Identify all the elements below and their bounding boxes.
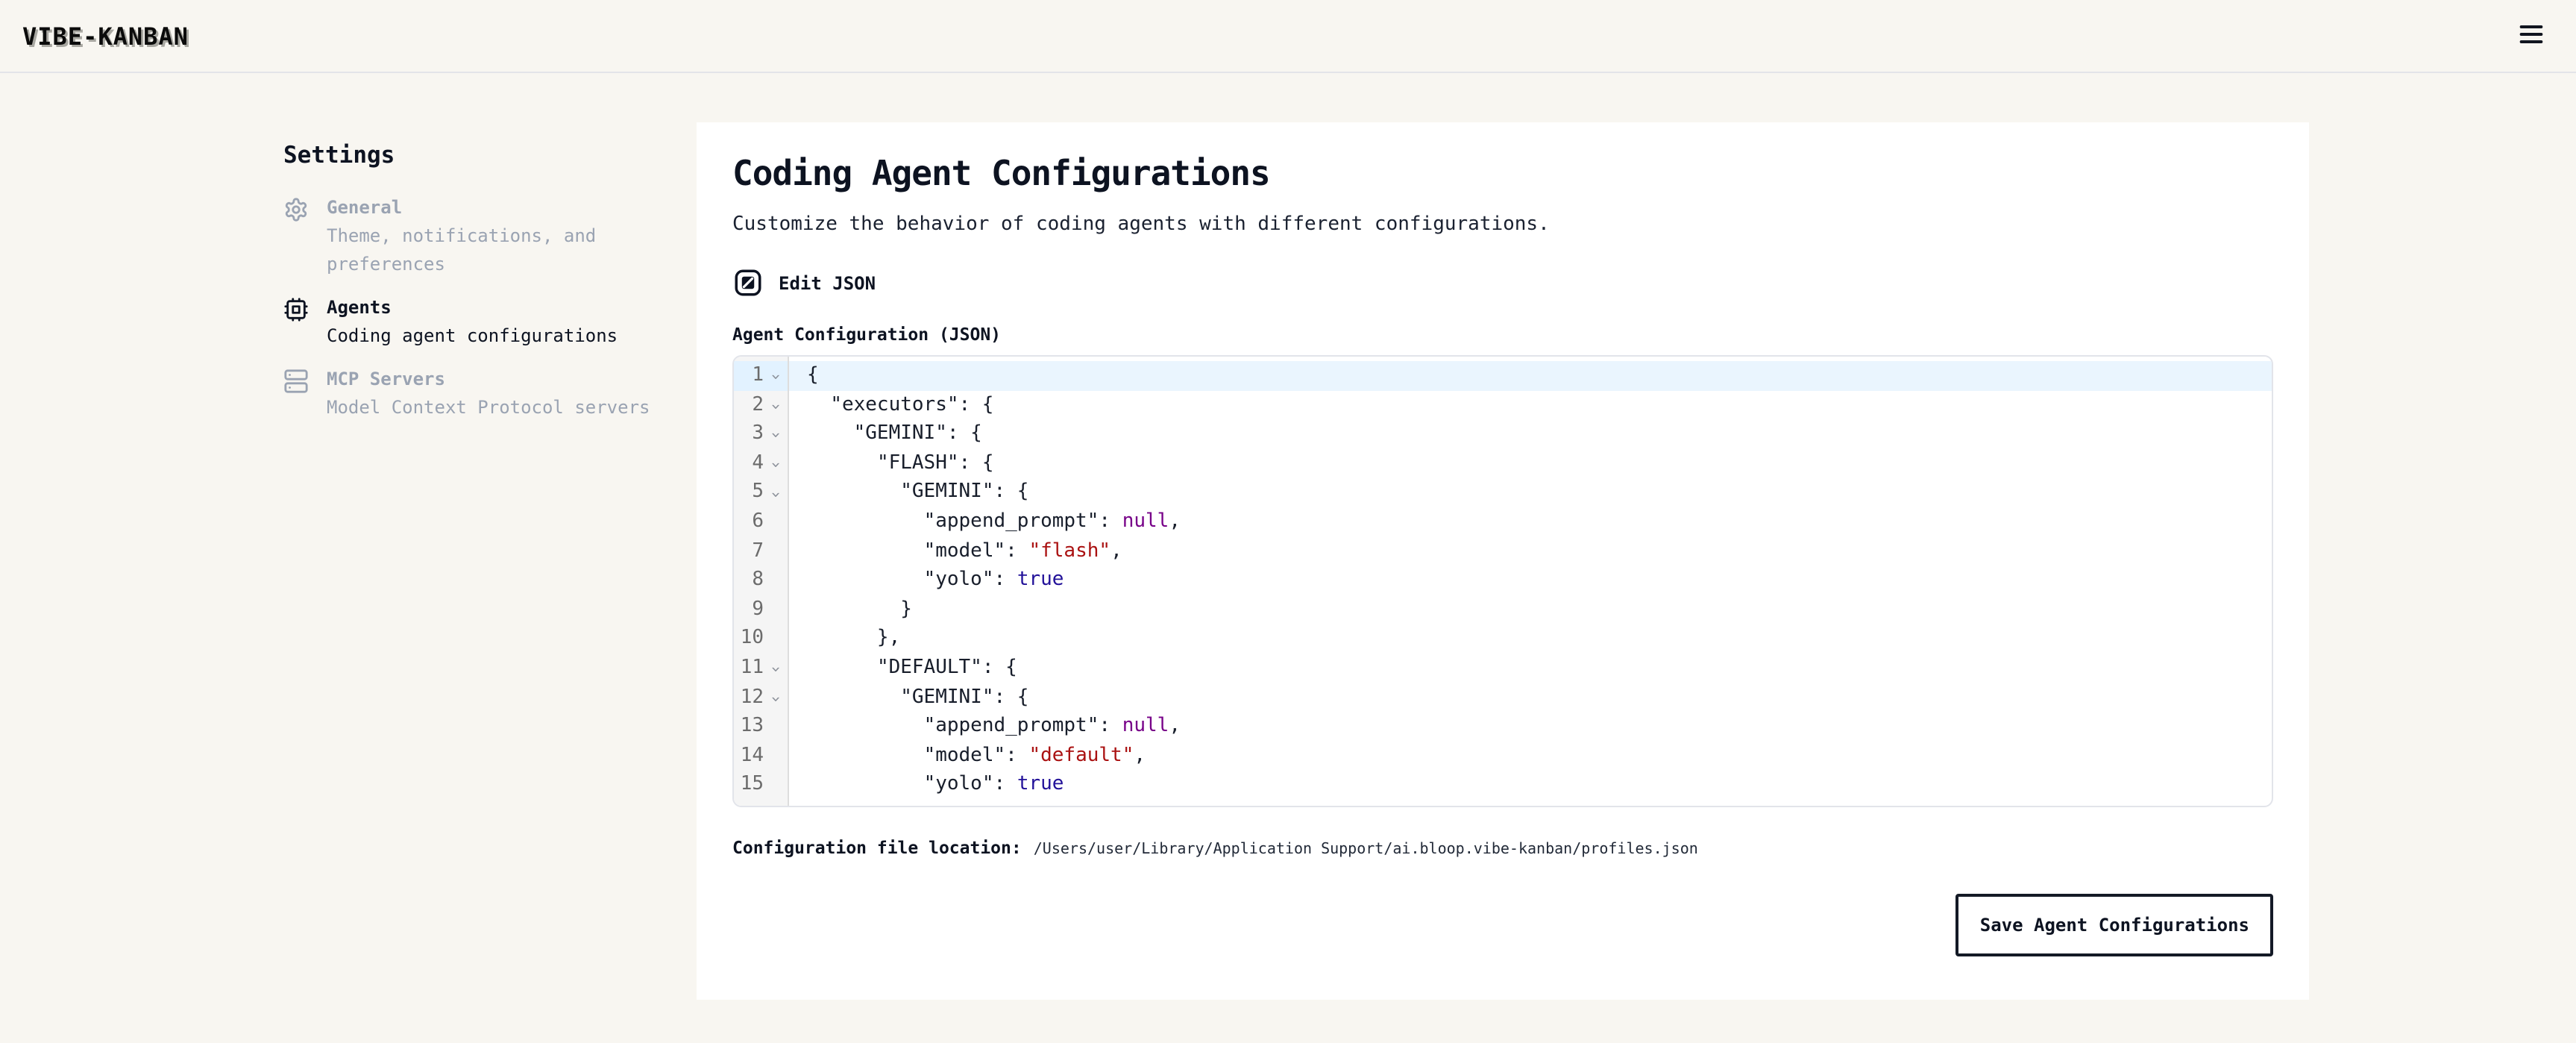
top-header: VIBE-KANBAN <box>0 0 2576 73</box>
code-line-1[interactable]: { <box>789 361 2272 391</box>
code-line-3[interactable]: "GEMINI": { <box>789 419 2272 448</box>
save-agent-configurations-button[interactable]: Save Agent Configurations <box>1955 894 2273 956</box>
code-line-4[interactable]: "FLASH": { <box>789 449 2272 478</box>
fold-chevron-icon: › <box>766 401 785 412</box>
gear-icon <box>283 197 309 222</box>
server-icon <box>283 369 309 394</box>
editor-content[interactable]: { "executors": { "GEMINI": { "FLASH": { … <box>789 357 2272 806</box>
hamburger-menu-button[interactable] <box>2516 19 2546 53</box>
settings-sidebar: Settings General Theme, notifications, a… <box>283 122 661 437</box>
content-layout: Settings General Theme, notifications, a… <box>283 122 2576 1000</box>
gutter-line-9: 9 <box>752 598 764 621</box>
gutter-line-12[interactable]: 12 › <box>734 683 788 712</box>
sidebar-item-description: Model Context Protocol servers <box>327 397 650 418</box>
edit-json-label: Edit JSON <box>779 272 876 293</box>
gutter-line-11[interactable]: 11 › <box>734 654 788 683</box>
save-row: Save Agent Configurations <box>732 894 2273 956</box>
main-card: Coding Agent Configurations Customize th… <box>697 122 2309 1000</box>
fold-chevron-icon: › <box>766 664 785 675</box>
sidebar-item-label: General <box>327 197 403 218</box>
sidebar-nav: General Theme, notifications, and prefer… <box>283 194 661 422</box>
editor-gutter: 1 › 2 › 3 › 4 › 5 › 6 7 8 9 10 11 › 12 › 13 14 15 <box>734 357 789 806</box>
code-line-7[interactable]: "model": "flash", <box>789 536 2272 566</box>
json-code-editor[interactable]: 1 › 2 › 3 › 4 › 5 › 6 7 8 9 10 11 › 12 › 13 14 15 { "executor… <box>732 355 2273 807</box>
gutter-line-7: 7 <box>752 539 764 563</box>
square-pen-icon <box>732 267 764 298</box>
code-line-8[interactable]: "yolo": true <box>789 566 2272 595</box>
sidebar-item-description: Coding agent configurations <box>327 325 618 346</box>
fold-chevron-icon: › <box>766 430 785 441</box>
fold-chevron-icon: › <box>766 372 785 383</box>
sidebar-title: Settings <box>283 142 395 169</box>
gutter-line-1[interactable]: 1 › <box>734 361 788 391</box>
code-line-6[interactable]: "append_prompt": null, <box>789 507 2272 536</box>
gutter-line-5[interactable]: 5 › <box>734 478 788 507</box>
code-line-11[interactable]: "DEFAULT": { <box>789 654 2272 683</box>
sidebar-item-agents[interactable]: Agents Coding agent configurations <box>283 294 661 351</box>
sidebar-item-general[interactable]: General Theme, notifications, and prefer… <box>283 194 661 279</box>
gutter-line-2[interactable]: 2 › <box>734 390 788 419</box>
code-line-13[interactable]: "append_prompt": null, <box>789 712 2272 741</box>
sidebar-item-mcp-servers[interactable]: MCP Servers Model Context Protocol serve… <box>283 366 661 422</box>
app-logo: VIBE-KANBAN <box>22 22 189 50</box>
gutter-line-15: 15 <box>740 773 764 796</box>
gutter-line-4[interactable]: 4 › <box>734 449 788 478</box>
gutter-line-3[interactable]: 3 › <box>734 419 788 448</box>
file-location-path: /Users/user/Library/Application Support/… <box>1033 842 1698 858</box>
code-line-15[interactable]: "yolo": true <box>789 771 2272 800</box>
sidebar-item-description: Theme, notifications, and preferences <box>327 225 597 275</box>
page-title: Coding Agent Configurations <box>732 155 1271 194</box>
fold-chevron-icon: › <box>766 489 785 499</box>
gutter-line-8: 8 <box>752 569 764 592</box>
code-line-14[interactable]: "model": "default", <box>789 741 2272 770</box>
page-subtitle: Customize the behavior of coding agents … <box>732 213 1550 236</box>
file-location-label: Configuration file location: <box>732 837 1022 858</box>
code-line-12[interactable]: "GEMINI": { <box>789 683 2272 712</box>
code-line-5[interactable]: "GEMINI": { <box>789 478 2272 507</box>
gutter-line-13: 13 <box>740 715 764 738</box>
editor-label: Agent Configuration (JSON) <box>732 324 1002 345</box>
fold-chevron-icon: › <box>766 694 785 704</box>
fold-chevron-icon: › <box>766 460 785 470</box>
edit-json-toggle[interactable]: Edit JSON <box>732 267 876 298</box>
menu-icon <box>2516 19 2546 53</box>
code-line-2[interactable]: "executors": { <box>789 390 2272 419</box>
code-line-10[interactable]: }, <box>789 624 2272 654</box>
code-line-9[interactable]: } <box>789 595 2272 624</box>
gutter-line-14: 14 <box>740 744 764 767</box>
app-root: VIBE-KANBAN Settings General Theme, noti… <box>0 0 2576 1043</box>
file-location-row: Configuration file location: /Users/user… <box>732 837 2273 858</box>
sidebar-item-label: Agents <box>327 297 392 318</box>
gutter-line-6: 6 <box>752 510 764 533</box>
gutter-line-10: 10 <box>740 627 764 650</box>
sidebar-item-label: MCP Servers <box>327 369 445 389</box>
cpu-icon <box>283 297 309 322</box>
